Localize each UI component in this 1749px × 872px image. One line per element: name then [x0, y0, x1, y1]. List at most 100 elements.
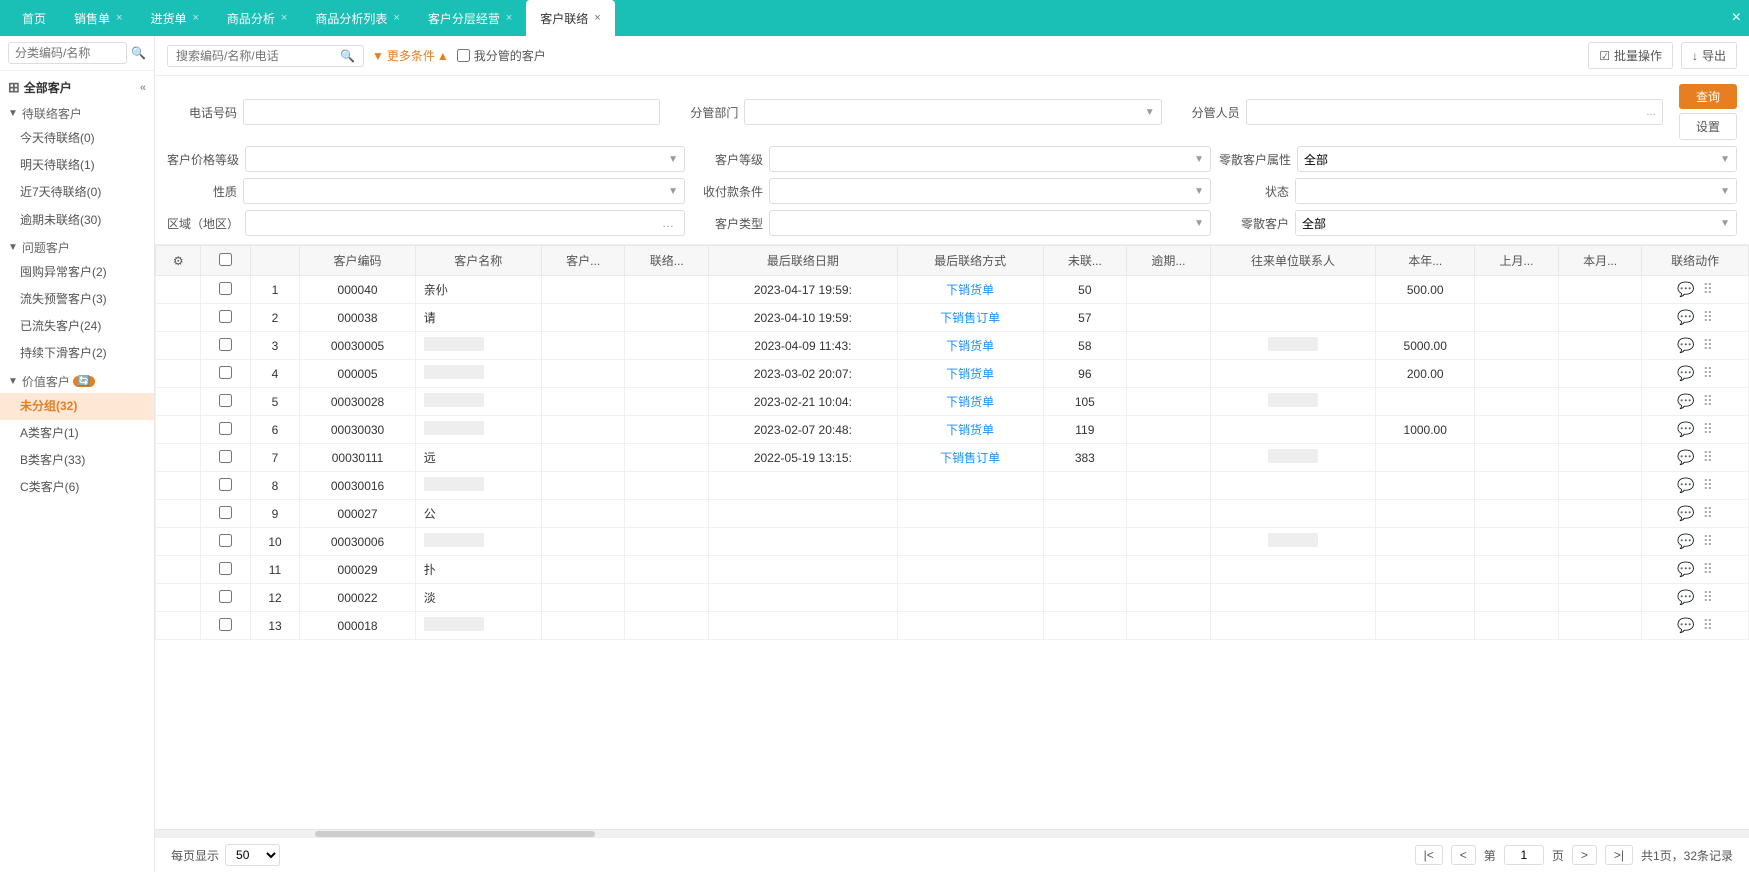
row-checkbox-3[interactable] [219, 366, 232, 379]
chat-icon[interactable]: 💬 [1677, 561, 1694, 578]
toolbar-search-input[interactable] [176, 49, 336, 63]
sidebar-item-tomorrow-pending[interactable]: 明天待联络(1) [0, 152, 154, 179]
cell-last-contact-method[interactable] [897, 528, 1043, 556]
row-checkbox-9[interactable] [219, 534, 232, 547]
horizontal-scrollbar[interactable] [155, 829, 1749, 837]
cell-checkbox[interactable] [201, 472, 250, 500]
row-checkbox-6[interactable] [219, 450, 232, 463]
cell-last-contact-method[interactable] [897, 556, 1043, 584]
cell-checkbox[interactable] [201, 584, 250, 612]
nav-product-analysis-list[interactable]: 商品分析列表 × [301, 0, 413, 36]
cell-checkbox[interactable] [201, 304, 250, 332]
cell-last-contact-method[interactable]: 下销售订单 [897, 304, 1043, 332]
filter-retail-attr-select[interactable]: 全部 ▼ [1297, 146, 1737, 172]
export-btn[interactable]: ↓ 导出 [1681, 42, 1737, 69]
sidebar-item-today-pending[interactable]: 今天待联络(0) [0, 125, 154, 152]
cell-last-contact-method[interactable]: 下销货单 [897, 388, 1043, 416]
chat-icon[interactable]: 💬 [1677, 421, 1694, 438]
cell-checkbox[interactable] [201, 332, 250, 360]
page-size-select[interactable]: 50 100 200 [225, 844, 280, 866]
close-customer-tier-icon[interactable]: × [506, 12, 512, 24]
last-contact-link[interactable]: 下销售订单 [940, 451, 1000, 465]
cell-checkbox[interactable] [201, 528, 250, 556]
more-icon[interactable]: ⠿ [1703, 561, 1713, 578]
filter-price-tier-select[interactable]: ▼ [245, 146, 685, 172]
row-checkbox-8[interactable] [219, 506, 232, 519]
cell-last-contact-method[interactable] [897, 472, 1043, 500]
filter-nature-select[interactable]: ▼ [243, 178, 685, 204]
col-overdue[interactable]: 逾期... [1127, 246, 1211, 276]
more-icon[interactable]: ⠿ [1703, 617, 1713, 634]
more-icon[interactable]: ⠿ [1703, 365, 1713, 382]
nav-customer-contact[interactable]: 客户联络 × [526, 0, 614, 36]
nav-product-analysis[interactable]: 商品分析 × [213, 0, 301, 36]
col-last-contact-date[interactable]: 最后联络日期 [709, 246, 898, 276]
page-number-input[interactable] [1504, 845, 1544, 865]
sidebar-item-declining[interactable]: 持续下滑客户(2) [0, 340, 154, 367]
cell-last-contact-method[interactable] [897, 612, 1043, 640]
sidebar-item-7days-pending[interactable]: 近7天待联络(0) [0, 179, 154, 206]
close-all-tabs-icon[interactable]: × [1732, 9, 1741, 27]
cell-checkbox[interactable] [201, 500, 250, 528]
first-page-btn[interactable]: |< [1415, 845, 1443, 865]
select-all-checkbox[interactable] [219, 253, 232, 266]
chat-icon[interactable]: 💬 [1677, 449, 1694, 466]
col-type[interactable]: 客户... [541, 246, 625, 276]
last-contact-link[interactable]: 下销货单 [946, 423, 994, 437]
close-purchase-icon[interactable]: × [192, 12, 198, 24]
sidebar-item-ungrouped[interactable]: 未分组(32) [0, 393, 154, 420]
filter-payment-select[interactable]: ▼ [769, 178, 1211, 204]
nav-purchase[interactable]: 进货单 × [136, 0, 212, 36]
cell-checkbox[interactable] [201, 388, 250, 416]
close-product-analysis-list-icon[interactable]: × [393, 12, 399, 24]
region-dots-icon[interactable]: … [658, 216, 678, 230]
row-checkbox-0[interactable] [219, 282, 232, 295]
col-last-contact-method[interactable]: 最后联络方式 [897, 246, 1043, 276]
col-settings[interactable]: ⚙ [156, 246, 201, 276]
col-this-year[interactable]: 本年... [1376, 246, 1475, 276]
cell-last-contact-method[interactable]: 下销货单 [897, 332, 1043, 360]
col-contact[interactable]: 联络... [625, 246, 709, 276]
more-conditions-btn[interactable]: ▼ 更多条件 ▲ [372, 47, 449, 64]
more-icon[interactable]: ⠿ [1703, 393, 1713, 410]
row-checkbox-12[interactable] [219, 618, 232, 631]
filter-status-select[interactable]: ▼ [1295, 178, 1737, 204]
row-checkbox-1[interactable] [219, 310, 232, 323]
sidebar-group-value[interactable]: ▼ 价值客户 🔄 [0, 368, 154, 393]
more-icon[interactable]: ⠿ [1703, 337, 1713, 354]
more-icon[interactable]: ⠿ [1703, 421, 1713, 438]
sidebar-search-icon[interactable]: 🔍 [131, 46, 146, 60]
cell-last-contact-method[interactable]: 下销货单 [897, 276, 1043, 304]
row-checkbox-11[interactable] [219, 590, 232, 603]
filter-retail-customer-select[interactable]: 全部 ▼ [1295, 210, 1737, 236]
row-checkbox-4[interactable] [219, 394, 232, 407]
col-name[interactable]: 客户名称 [415, 246, 541, 276]
chat-icon[interactable]: 💬 [1677, 281, 1694, 298]
sidebar-item-churn-warning[interactable]: 流失预警客户(3) [0, 286, 154, 313]
last-page-btn[interactable]: >| [1605, 845, 1633, 865]
filter-customer-type-select[interactable]: ▼ [769, 210, 1211, 236]
more-icon[interactable]: ⠿ [1703, 477, 1713, 494]
sidebar-item-class-c[interactable]: C类客户(6) [0, 474, 154, 501]
toolbar-search-icon[interactable]: 🔍 [340, 49, 355, 63]
sidebar-item-class-a[interactable]: A类客户(1) [0, 420, 154, 447]
next-page-btn[interactable]: > [1572, 845, 1597, 865]
cell-checkbox[interactable] [201, 444, 250, 472]
last-contact-link[interactable]: 下销售订单 [940, 311, 1000, 325]
sidebar-item-hoarding-anomaly[interactable]: 囤购异常客户(2) [0, 259, 154, 286]
sidebar-search-input[interactable] [8, 42, 127, 64]
cell-last-contact-method[interactable]: 下销售订单 [897, 444, 1043, 472]
sidebar-item-class-b[interactable]: B类客户(33) [0, 447, 154, 474]
col-checkbox[interactable] [201, 246, 250, 276]
last-contact-link[interactable]: 下销货单 [946, 395, 994, 409]
query-btn[interactable]: 查询 [1679, 84, 1737, 109]
last-contact-link[interactable]: 下销货单 [946, 367, 994, 381]
cell-checkbox[interactable] [201, 360, 250, 388]
more-icon[interactable]: ⠿ [1703, 589, 1713, 606]
sidebar-all-customers[interactable]: ⊞ 全部客户 « [0, 71, 154, 100]
filter-customer-tier-select[interactable]: ▼ [769, 146, 1211, 172]
more-icon[interactable]: ⠿ [1703, 533, 1713, 550]
chat-icon[interactable]: 💬 [1677, 477, 1694, 494]
cell-last-contact-method[interactable]: 下销货单 [897, 360, 1043, 388]
sidebar-group-pending[interactable]: ▼ 待联络客户 [0, 100, 154, 125]
